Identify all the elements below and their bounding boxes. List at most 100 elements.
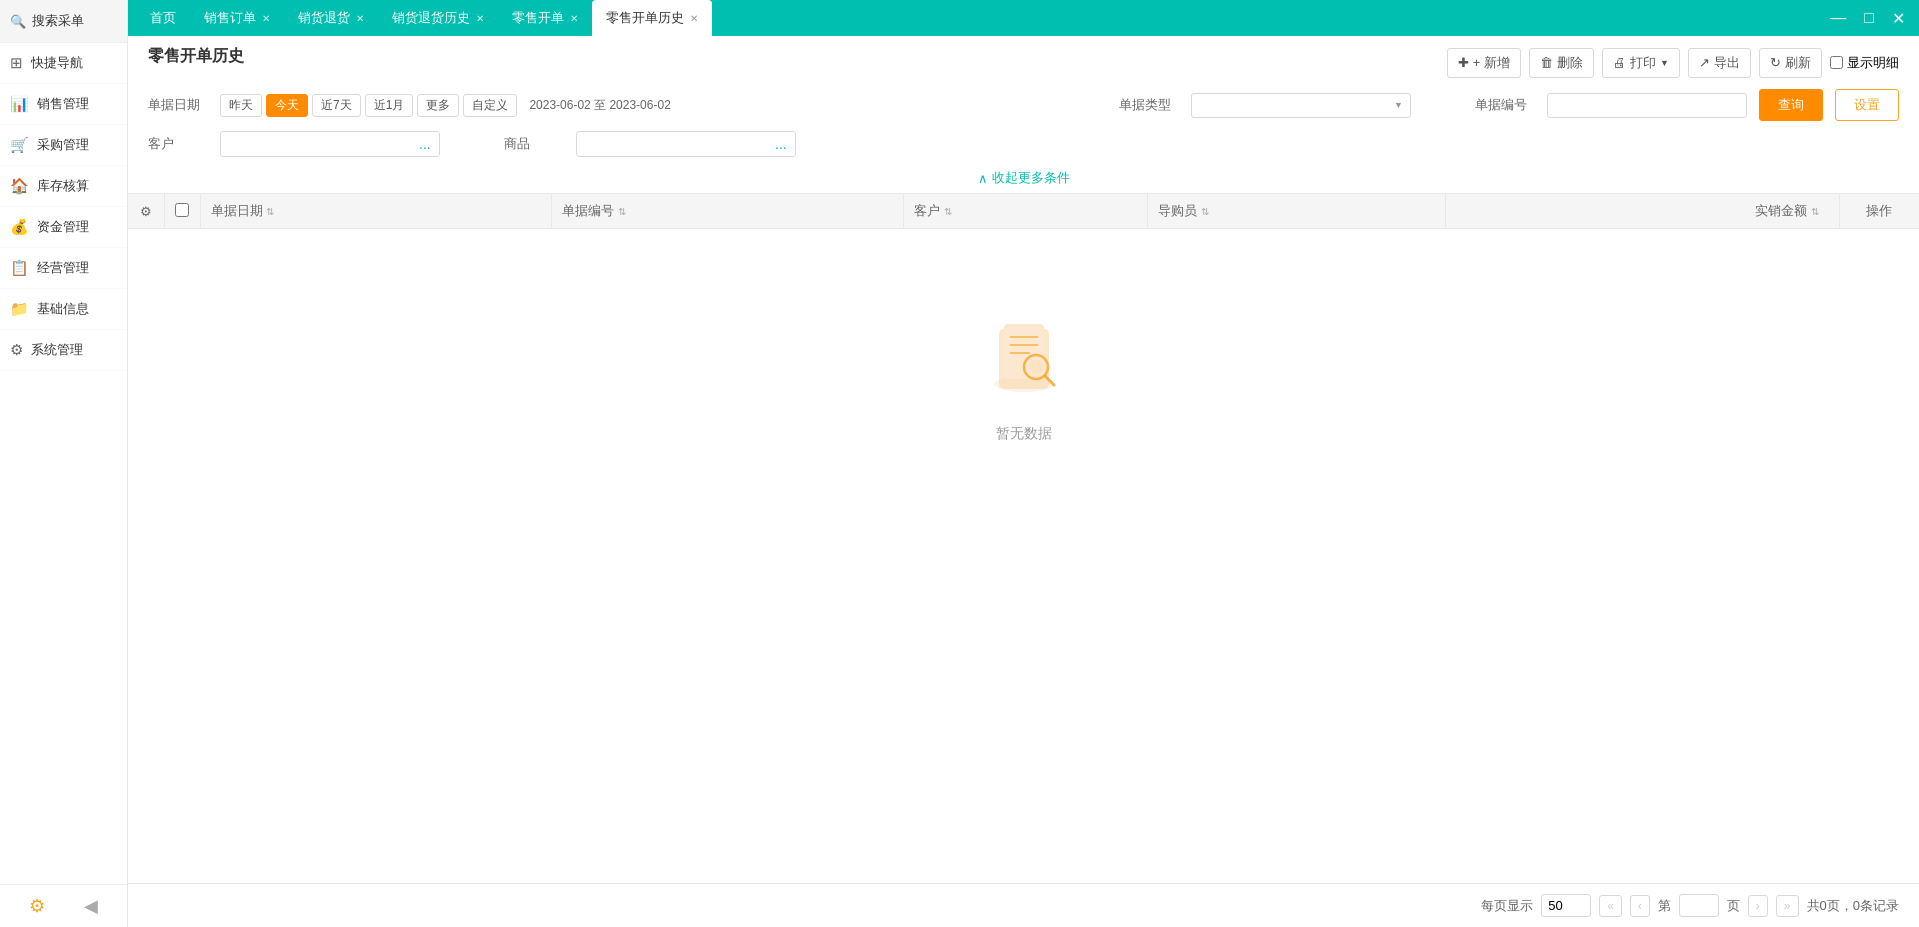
tab-retail-open-history-close[interactable]: ✕ [690,13,698,24]
settings-button[interactable]: 设置 [1835,89,1899,121]
sidebar-item-purchase-mgmt[interactable]: 🛒 采购管理 [0,125,127,166]
sidebar: 🔍 搜索采单 ⊞ 快捷导航 📊 销售管理 🛒 采购管理 🏠 库存核算 💰 资金管… [0,0,128,927]
pagination: 每页显示 10 20 50 100 « ‹ 第 1 页 › » 共0页，0条记录 [128,883,1919,927]
bill-type-select[interactable] [1191,93,1411,118]
customer-input[interactable] [221,133,411,156]
tab-sales-return-history[interactable]: 销货退货历史 ✕ [378,0,498,36]
first-page-btn[interactable]: « [1599,895,1622,917]
add-button[interactable]: ✚ + 新增 [1447,48,1521,78]
sidebar-search-label: 搜索采单 [32,12,84,30]
sidebar-search[interactable]: 🔍 搜索采单 [0,0,127,43]
refresh-button[interactable]: ↻ 刷新 [1759,48,1822,78]
table-area: ⚙ 单据日期 ⇅ 单据编号 ⇅ 客户 [128,194,1919,883]
date-btn-today[interactable]: 今天 [266,94,308,117]
current-page-input[interactable]: 1 [1679,894,1719,917]
maximize-btn[interactable]: □ [1858,9,1880,27]
delete-button[interactable]: 🗑 删除 [1529,48,1594,78]
basic-info-icon: 📁 [10,300,29,318]
tab-sales-return-history-label: 销货退货历史 [392,9,470,27]
goods-input[interactable] [577,133,767,156]
page-suffix: 页 [1727,897,1740,915]
tab-retail-open-history[interactable]: 零售开单历史 ✕ [592,0,712,36]
last-page-btn[interactable]: » [1776,895,1799,917]
sidebar-item-operation[interactable]: 📋 经营管理 [0,248,127,289]
query-button[interactable]: 查询 [1759,89,1823,121]
prev-page-btn[interactable]: ‹ [1630,895,1650,917]
sales-mgmt-icon: 📊 [10,95,29,113]
page-size-label: 每页显示 [1481,897,1533,915]
close-btn[interactable]: ✕ [1886,9,1911,28]
th-action-label: 操作 [1866,203,1892,218]
date-btn-more[interactable]: 更多 [417,94,459,117]
sidebar-item-basic-info[interactable]: 📁 基础信息 [0,289,127,330]
tab-sales-return-label: 销货退货 [298,9,350,27]
bill-no-input[interactable] [1547,93,1747,118]
tab-sales-order[interactable]: 销售订单 ✕ [190,0,284,36]
sort-guide-icon[interactable]: ⇅ [1201,206,1209,217]
date-btn-last1month[interactable]: 近1月 [365,94,414,117]
finance-icon: 💰 [10,218,29,236]
tab-sales-order-close[interactable]: ✕ [262,13,270,24]
operation-icon: 📋 [10,259,29,277]
total-text: 共0页，0条记录 [1807,897,1899,915]
refresh-icon: ↻ [1770,55,1781,70]
sidebar-item-inventory[interactable]: 🏠 库存核算 [0,166,127,207]
tab-sales-return-history-close[interactable]: ✕ [476,13,484,24]
customer-ellipsis-btn[interactable]: ... [411,132,439,156]
export-button[interactable]: ↗ 导出 [1688,48,1751,78]
th-customer: 客户 ⇅ [904,194,1148,229]
refresh-label: 刷新 [1785,54,1811,72]
content-body: 零售开单历史 ✚ + 新增 🗑 删除 🖨 打印 ▼ [128,36,1919,927]
page-size-select[interactable]: 10 20 50 100 [1541,894,1591,917]
sidebar-item-sales-mgmt[interactable]: 📊 销售管理 [0,84,127,125]
th-customer-label: 客户 [914,203,940,218]
svg-point-8 [1029,360,1043,374]
sort-date-icon[interactable]: ⇅ [266,206,274,217]
select-all-checkbox[interactable] [175,203,189,217]
sidebar-item-sys-mgmt[interactable]: ⚙ 系统管理 [0,330,127,371]
purchase-mgmt-icon: 🛒 [10,136,29,154]
th-checkbox[interactable] [164,194,200,229]
date-btn-custom[interactable]: 自定义 [463,94,517,117]
th-settings[interactable]: ⚙ [128,194,164,229]
minimize-btn[interactable]: — [1824,9,1852,27]
date-btn-last7[interactable]: 近7天 [312,94,361,117]
table-header-row: ⚙ 单据日期 ⇅ 单据编号 ⇅ 客户 [128,194,1919,229]
sort-amount-icon[interactable]: ⇅ [1811,206,1819,217]
display-detail-toggle[interactable]: 显示明细 [1830,54,1899,72]
print-button[interactable]: 🖨 打印 ▼ [1602,48,1680,78]
empty-icon [974,309,1074,409]
sort-no-icon[interactable]: ⇅ [618,206,626,217]
next-page-btn[interactable]: › [1748,895,1768,917]
tab-sales-return-close[interactable]: ✕ [356,13,364,24]
tab-retail-open-close[interactable]: ✕ [570,13,578,24]
sidebar-item-quick-nav[interactable]: ⊞ 快捷导航 [0,43,127,84]
sidebar-item-finance[interactable]: 💰 资金管理 [0,207,127,248]
display-detail-checkbox[interactable] [1830,56,1843,69]
tabs-bar: 首页 销售订单 ✕ 销货退货 ✕ 销货退货历史 ✕ 零售开单 ✕ 零售开单历史 … [128,0,1919,36]
add-label: + 新增 [1473,54,1510,72]
goods-ellipsis-btn[interactable]: ... [767,132,795,156]
tab-sales-order-label: 销售订单 [204,9,256,27]
empty-state: 暂无数据 [128,229,1919,523]
th-no: 单据编号 ⇅ [552,194,904,229]
th-date-label: 单据日期 [211,203,263,218]
date-buttons: 昨天 今天 近7天 近1月 更多 自定义 [220,94,517,117]
sys-mgmt-icon: ⚙ [10,341,23,359]
settings-bottom-icon[interactable]: ⚙ [29,895,45,917]
print-label: 打印 [1630,54,1656,72]
collapse-sidebar-icon[interactable]: ◀ [84,895,98,917]
th-amount-label: 实销金额 [1755,203,1807,218]
customer-label: 客户 [148,135,208,153]
bill-type-select-wrapper [1191,93,1411,118]
delete-icon: 🗑 [1540,55,1553,70]
tab-sales-return[interactable]: 销货退货 ✕ [284,0,378,36]
date-btn-yesterday[interactable]: 昨天 [220,94,262,117]
tab-retail-open[interactable]: 零售开单 ✕ [498,0,592,36]
query-label: 查询 [1778,96,1804,114]
collapse-button[interactable]: ∧ 收起更多条件 [978,169,1070,187]
sidebar-item-label: 库存核算 [37,177,89,195]
tab-home[interactable]: 首页 [136,0,190,36]
search-icon: 🔍 [10,14,26,29]
sort-customer-icon[interactable]: ⇅ [944,206,952,217]
